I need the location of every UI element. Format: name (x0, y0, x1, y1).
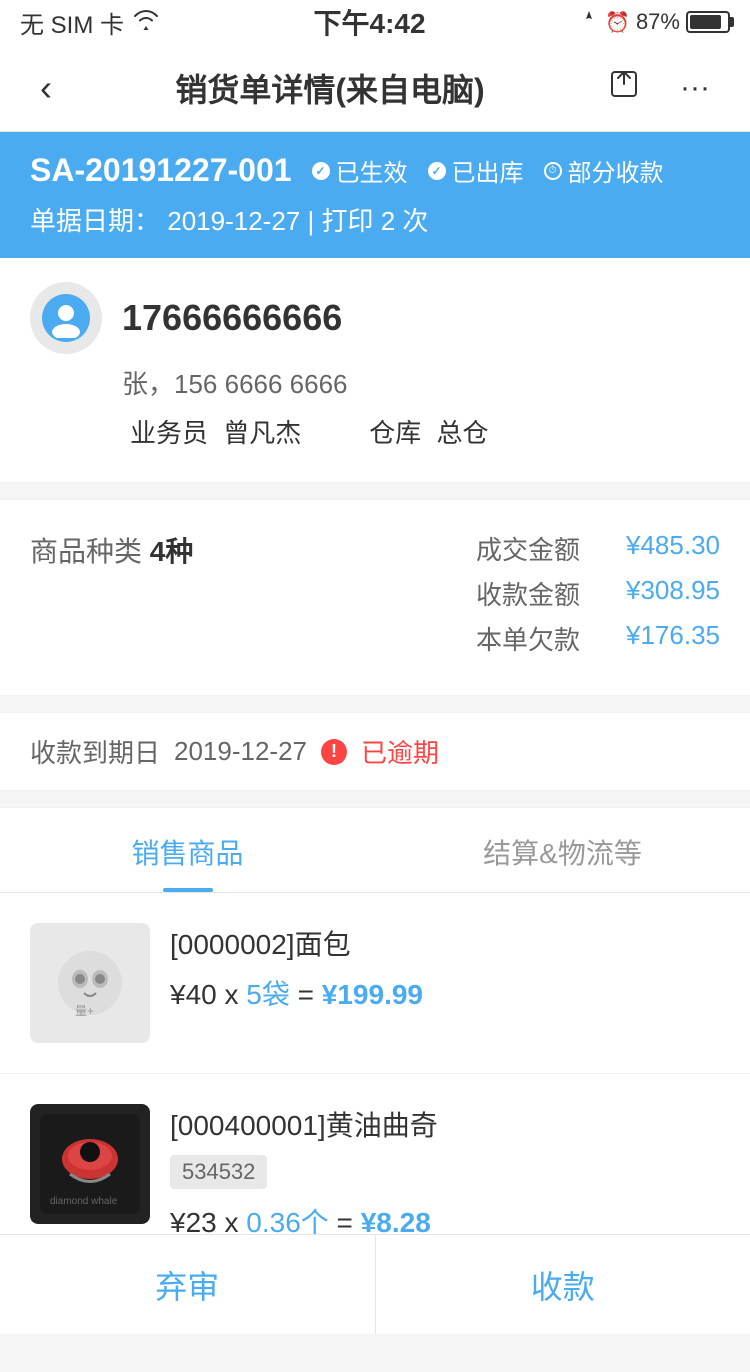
product-info-2: [000400001]黄油曲奇 534532 ¥23 x 0.36个 = ¥8.… (170, 1104, 720, 1241)
warehouse-value: 总仓 (437, 418, 489, 448)
thumb-placeholder-1: 量+ (30, 923, 150, 1043)
price-text-1: ¥40 x (170, 979, 246, 1010)
overdue-date: 2019-12-27 (174, 736, 307, 767)
partial-label: 部分收款 (568, 153, 664, 188)
location-icon (579, 9, 599, 35)
amount-value: ¥485.30 (600, 530, 720, 567)
product-info-1: [0000002]面包 ¥40 x 5袋 = ¥199.99 (170, 923, 720, 1013)
product-sku-2: 534532 (170, 1155, 267, 1189)
list-item: 量+ [0000002]面包 ¥40 x 5袋 = ¥199.99 (0, 893, 750, 1074)
tabs-header: 销售商品 结算&物流等 (0, 808, 750, 893)
equals-1: = (290, 979, 322, 1010)
customer-meta: 业务员 曾凡杰 仓库 总仓 (122, 413, 720, 450)
qty-1: 5袋 (246, 979, 290, 1010)
header-banner: SA-20191227-001 已生效 已出库 ⏱ 部分收款 单据日期： 201… (0, 132, 750, 258)
warehouse-row: 仓库 总仓 (361, 413, 488, 450)
customer-id: 17666666666 (122, 297, 342, 339)
salesperson-row: 业务员 曾凡杰 (122, 413, 301, 450)
customer-section: 17666666666 张，156 6666 6666 业务员 曾凡杰 仓库 总… (0, 258, 750, 483)
svg-text:量+: 量+ (75, 1004, 94, 1018)
tab-settlement[interactable]: 结算&物流等 (375, 808, 750, 892)
salesperson-value: 曾凡杰 (223, 418, 301, 448)
total-1: ¥199.99 (322, 979, 423, 1010)
tab-settlement-label: 结算&物流等 (483, 838, 642, 869)
battery-percentage: 87% (636, 9, 680, 35)
overdue-status: 已逾期 (361, 733, 439, 770)
confirm-button[interactable]: 收款 (376, 1235, 750, 1334)
product-thumbnail-1: 量+ (30, 923, 150, 1043)
carrier-text: 无 SIM 卡 (20, 5, 124, 40)
battery-icon (686, 11, 730, 33)
print-suffix: 次 (402, 206, 428, 236)
share-button[interactable] (598, 58, 650, 118)
more-button[interactable]: ··· (670, 61, 720, 115)
battery-fill (690, 15, 721, 29)
order-status-row: SA-20191227-001 已生效 已出库 ⏱ 部分收款 (30, 152, 720, 189)
clock-icon: ⏱ (544, 162, 562, 180)
tab-products[interactable]: 销售商品 (0, 808, 375, 892)
effective-dot-icon (312, 162, 330, 180)
salesperson-label: 业务员 (130, 418, 208, 448)
tabs-section: 销售商品 结算&物流等 量+ (0, 807, 750, 1272)
product-thumbnail-2: diamond whale (30, 1104, 150, 1224)
overdue-label: 收款到期日 (30, 733, 160, 770)
overdue-icon: ! (321, 739, 347, 765)
received-label: 收款金额 (476, 575, 580, 612)
tab-products-label: 销售商品 (131, 838, 243, 869)
summary-grid: 商品种类 4种 成交金额 ¥485.30 收款金额 ¥308.95 本单欠款 ¥… (30, 530, 720, 665)
due-value: ¥176.35 (600, 620, 720, 657)
category-label: 商品种类 (30, 536, 142, 567)
product-price-1: ¥40 x 5袋 = ¥199.99 (170, 973, 720, 1013)
avatar (30, 282, 102, 354)
status-right: ⏰ 87% (579, 9, 730, 35)
customer-row: 17666666666 (30, 282, 720, 354)
amount-info: 成交金额 ¥485.30 收款金额 ¥308.95 本单欠款 ¥176.35 (476, 530, 720, 665)
overdue-section: 收款到期日 2019-12-27 ! 已逾期 (0, 712, 750, 791)
effective-label: 已生效 (336, 153, 408, 188)
received-row: 收款金额 ¥308.95 (476, 575, 720, 612)
status-left: 无 SIM 卡 (20, 5, 160, 40)
status-effective: 已生效 (312, 153, 408, 188)
product-list: 量+ [0000002]面包 ¥40 x 5袋 = ¥199.99 (0, 893, 750, 1272)
product-name-2: [000400001]黄油曲奇 (170, 1104, 720, 1144)
status-bar: 无 SIM 卡 下午4:42 ⏰ 87% (0, 0, 750, 44)
customer-info: 张，156 6666 6666 业务员 曾凡杰 仓库 总仓 (30, 364, 720, 450)
due-row: 本单欠款 ¥176.35 (476, 620, 720, 657)
order-id: SA-20191227-001 (30, 152, 292, 189)
summary-section: 商品种类 4种 成交金额 ¥485.30 收款金额 ¥308.95 本单欠款 ¥… (0, 499, 750, 696)
shipped-dot-icon (428, 162, 446, 180)
status-time: 下午4:42 (314, 2, 426, 42)
order-date-row: 单据日期： 2019-12-27 | 打印 2 次 (30, 201, 720, 238)
nav-bar: ‹ 销货单详情(来自电脑) ··· (0, 44, 750, 132)
order-date: 2019-12-27 (167, 206, 300, 236)
back-button[interactable]: ‹ (30, 57, 62, 119)
due-label: 本单欠款 (476, 620, 580, 657)
category-info: 商品种类 4种 (30, 530, 193, 665)
bottom-bar: 弃审 收款 (0, 1234, 750, 1334)
status-shipped: 已出库 (428, 153, 524, 188)
print-label: 打印 (321, 206, 373, 236)
wifi-icon (132, 8, 160, 37)
status-partial: ⏱ 部分收款 (544, 153, 664, 188)
amount-row: 成交金额 ¥485.30 (476, 530, 720, 567)
cancel-button[interactable]: 弃审 (0, 1235, 376, 1334)
thumb-img-2: diamond whale (30, 1104, 150, 1224)
nav-actions: ··· (598, 58, 720, 118)
category-value: 4种 (150, 536, 194, 567)
date-label: 单据日期： (30, 206, 160, 236)
product-name-1: [0000002]面包 (170, 923, 720, 963)
svg-text:diamond whale: diamond whale (50, 1196, 118, 1207)
customer-phone: 张，156 6666 6666 (122, 364, 720, 401)
shipped-label: 已出库 (452, 153, 524, 188)
separator: | (307, 206, 321, 236)
alarm-icon: ⏰ (605, 10, 630, 35)
warehouse-label: 仓库 (369, 418, 421, 448)
avatar-icon (42, 294, 90, 342)
print-count: 2 (381, 206, 395, 236)
page-title: 销货单详情(来自电脑) (175, 65, 484, 111)
amount-label: 成交金额 (476, 530, 580, 567)
received-value: ¥308.95 (600, 575, 720, 612)
